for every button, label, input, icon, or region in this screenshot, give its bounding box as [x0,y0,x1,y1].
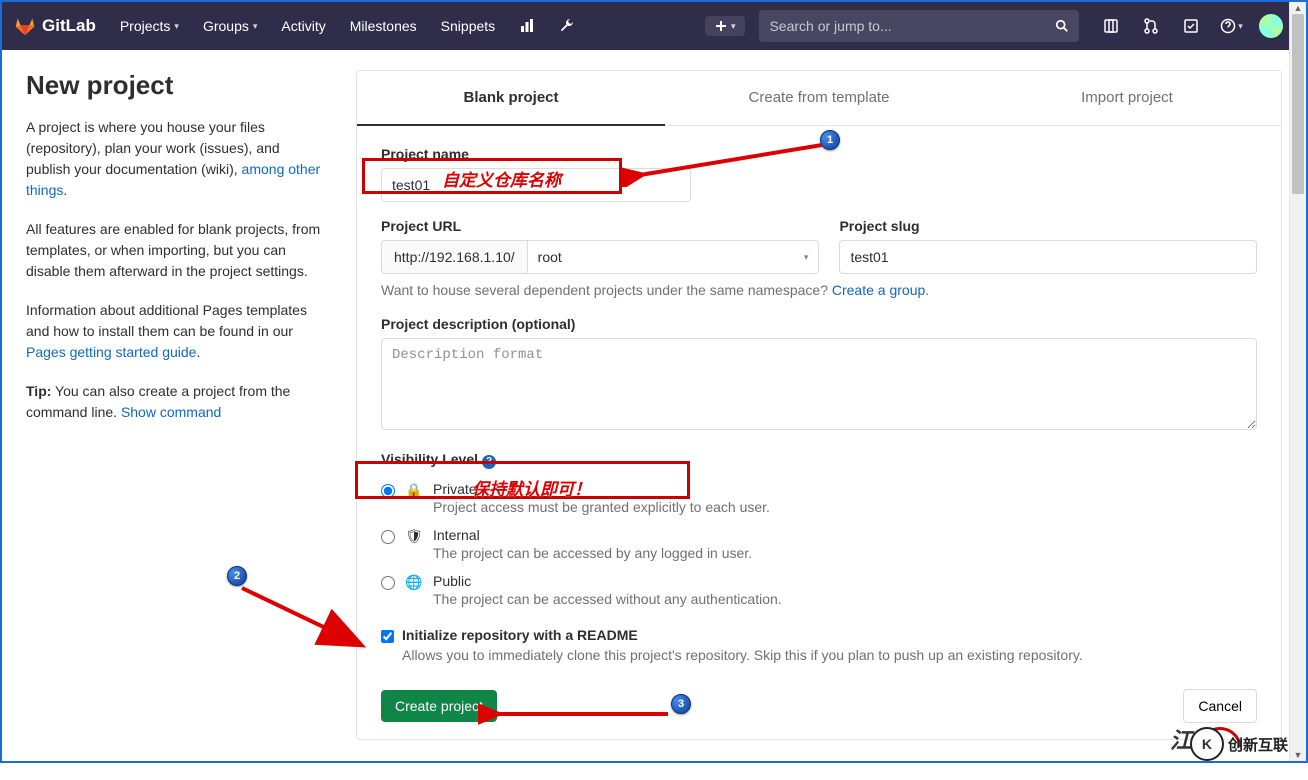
sidebar-tip: Tip: You can also create a project from … [26,381,326,423]
project-desc-label: Project description (optional) [381,316,1257,332]
nav-activity[interactable]: Activity [271,10,335,42]
plus-icon [715,20,727,32]
annotation-badge-3: 3 [671,694,691,714]
issues-icon[interactable] [1093,10,1129,42]
watermark-2: K创新互联 [1190,727,1288,761]
search-input[interactable] [769,18,1055,34]
readme-row[interactable]: Initialize repository with a READMEAllow… [381,627,1257,663]
sidebar: New project A project is where you house… [26,70,336,741]
tabs: Blank project Create from template Impor… [357,71,1281,126]
vertical-scrollbar[interactable]: ▲ ▼ [1289,2,1306,761]
chevron-down-icon: ▾ [174,21,179,32]
nav-projects[interactable]: Projects▾ [110,10,189,42]
gitlab-logo[interactable]: GitLab [14,15,96,37]
sidebar-desc-1: A project is where you house your files … [26,117,326,201]
top-navigation: GitLab Projects▾ Groups▾ Activity Milest… [2,2,1306,50]
project-desc-input[interactable] [381,338,1257,430]
project-slug-label: Project slug [839,218,1257,234]
sidebar-desc-2: All features are enabled for blank proje… [26,219,326,282]
nav-snippets[interactable]: Snippets [431,10,505,42]
project-name-label: Project name [381,146,1257,162]
project-url-prefix: http://192.168.1.10/ [381,240,527,274]
globe-icon: 🌐 [405,574,423,591]
annotation-badge-1: 1 [820,130,840,150]
tab-import[interactable]: Import project [973,71,1281,125]
lock-icon: 🔒 [405,482,423,499]
wrench-icon[interactable] [549,10,585,42]
scrollbar-thumb[interactable] [1292,14,1304,194]
visibility-internal[interactable]: 🛡 InternalThe project can be accessed by… [381,527,1257,561]
help-icon[interactable]: ? [482,455,496,469]
project-url-label: Project URL [381,218,819,234]
tanuki-icon [14,15,36,37]
brand-name: GitLab [42,16,96,36]
annotation-badge-2: 2 [227,566,247,586]
search-box[interactable] [759,10,1079,42]
readme-checkbox[interactable] [381,630,394,643]
tab-template[interactable]: Create from template [665,71,973,125]
sidebar-desc-3: Information about additional Pages templ… [26,300,326,363]
project-slug-input[interactable] [839,240,1257,274]
annotation-text-1: 自定义仓库名称 [442,166,561,191]
radio-public[interactable] [381,576,395,590]
scroll-down-icon[interactable]: ▼ [1290,749,1306,761]
help-icon[interactable]: ▾ [1213,10,1249,42]
chevron-down-icon: ▾ [253,21,258,32]
visibility-public[interactable]: 🌐 PublicThe project can be accessed with… [381,573,1257,607]
visibility-label: Visibility Level? [381,451,1257,469]
merge-requests-icon[interactable] [1133,10,1169,42]
page-title: New project [26,70,326,101]
create-group-link[interactable]: Create a group [832,282,925,298]
namespace-hint: Want to house several dependent projects… [381,282,1257,298]
show-command-link[interactable]: Show command [121,404,221,420]
new-dropdown[interactable]: ▾ [705,16,746,36]
cancel-button[interactable]: Cancel [1183,689,1257,723]
nav-milestones[interactable]: Milestones [340,10,427,42]
create-project-button[interactable]: Create project [381,690,497,722]
scroll-up-icon[interactable]: ▲ [1290,2,1306,14]
radio-internal[interactable] [381,530,395,544]
annotation-text-2: 保持默认即可！ [472,475,591,500]
search-icon [1055,19,1069,33]
shield-icon: 🛡 [405,528,423,545]
tab-blank[interactable]: Blank project [357,71,665,126]
analytics-icon[interactable] [509,10,545,42]
todos-icon[interactable] [1173,10,1209,42]
radio-private[interactable] [381,484,395,498]
nav-groups[interactable]: Groups▾ [193,10,267,42]
chevron-down-icon: ▾ [804,252,809,263]
user-avatar[interactable] [1259,14,1283,38]
pages-guide-link[interactable]: Pages getting started guide [26,344,196,360]
namespace-select[interactable]: root▾ [527,240,820,274]
chevron-down-icon: ▾ [731,21,736,32]
